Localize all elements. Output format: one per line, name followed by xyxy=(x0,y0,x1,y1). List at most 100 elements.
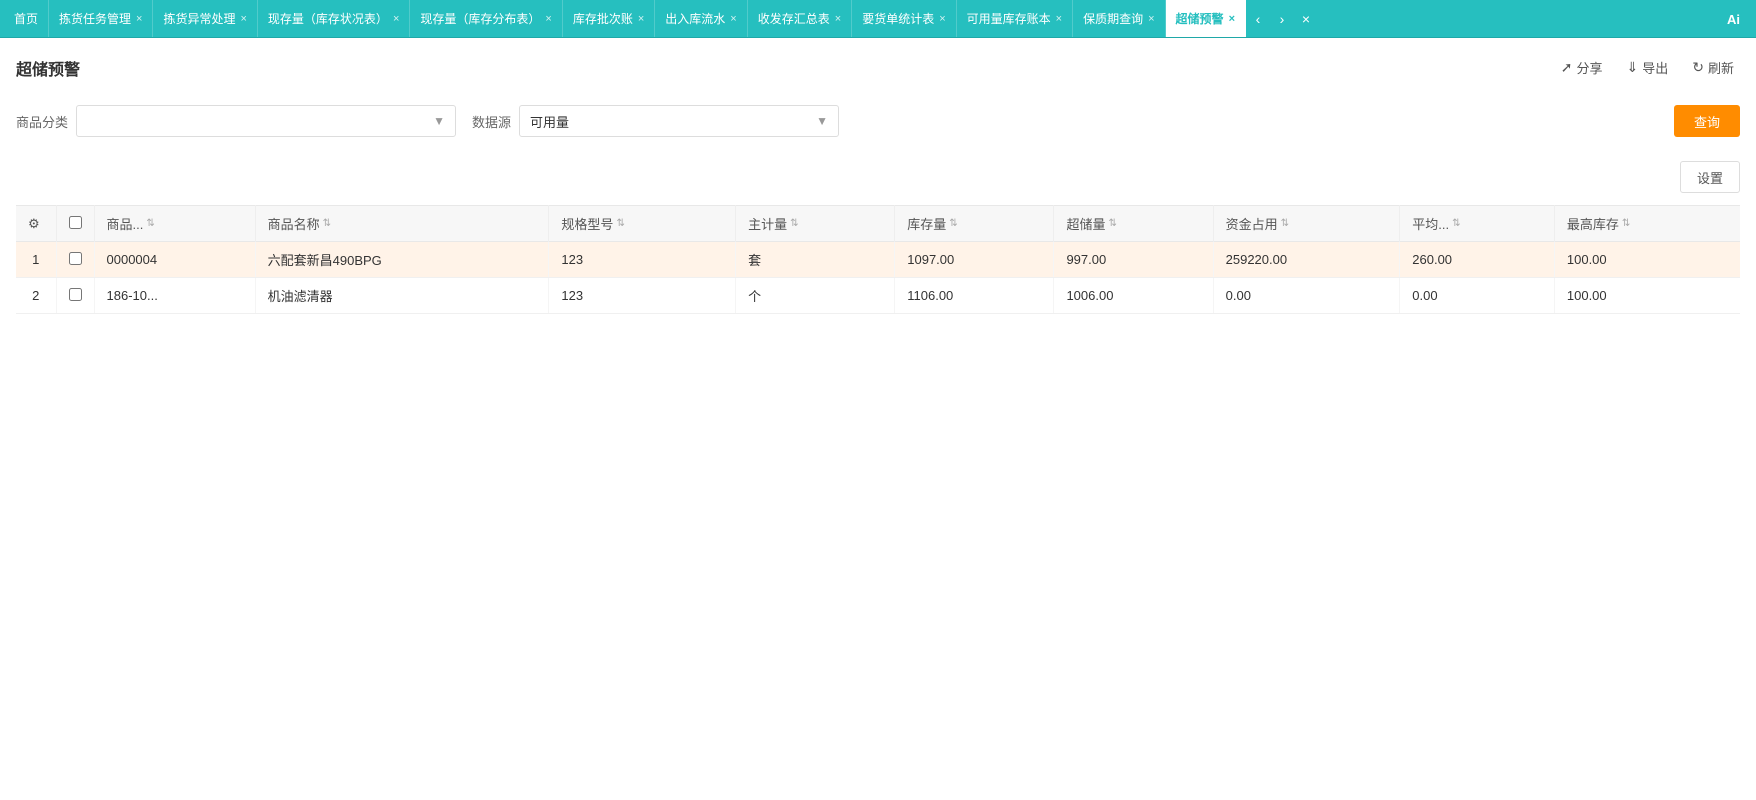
nav-tab-receipt-summary[interactable]: 收发存汇总表 × xyxy=(748,0,852,38)
sort-icon: ⇅ xyxy=(146,218,154,229)
nav-tab-inout-flow[interactable]: 出入库流水 × xyxy=(655,0,747,38)
export-icon: ⇓ xyxy=(1627,59,1639,76)
unit-cell: 套 xyxy=(736,242,895,278)
nav-tab-picking-abnormal[interactable]: 拣货异常处理 × xyxy=(153,0,257,38)
export-button[interactable]: ⇓ 导出 xyxy=(1621,54,1675,81)
chevron-down-icon: ▼ xyxy=(816,114,828,128)
nav-tab-current-stock-dist[interactable]: 现存量（库存分布表） × xyxy=(410,0,562,38)
chevron-down-icon: ▼ xyxy=(433,114,445,128)
sort-icon: ⇅ xyxy=(790,218,798,229)
share-button[interactable]: ➚ 分享 xyxy=(1555,54,1609,81)
query-button[interactable]: 查询 xyxy=(1674,105,1740,137)
page-header: 超储预警 ➚ 分享 ⇓ 导出 ↻ 刷新 xyxy=(16,54,1740,81)
sort-icon: ⇅ xyxy=(1281,218,1289,229)
nav-tab-available-ledger[interactable]: 可用量库存账本 × xyxy=(957,0,1073,38)
product-code-cell: 0000004 xyxy=(94,242,255,278)
nav-arrow-right[interactable]: › xyxy=(1270,0,1294,38)
nav-tab-current-stock-status[interactable]: 现存量（库存状况表） × xyxy=(258,0,410,38)
nav-tab-label: 保质期查询 xyxy=(1083,10,1143,27)
nav-tab-close[interactable]: × xyxy=(730,13,736,25)
stock-cell: 1106.00 xyxy=(895,278,1054,314)
spec-cell: 123 xyxy=(549,278,736,314)
filter-area: 商品分类 ▼ 数据源 可用量 ▼ 查询 xyxy=(16,97,1740,145)
avg-header[interactable]: 平均... ⇅ xyxy=(1400,206,1555,242)
nav-tab-overstock-warning[interactable]: 超储预警 × xyxy=(1166,0,1246,38)
share-label: 分享 xyxy=(1576,58,1602,77)
data-source-select[interactable]: 可用量 ▼ xyxy=(519,105,839,137)
table-header: ⚙ 商品... ⇅ 商品名称 ⇅ xyxy=(16,206,1740,242)
row-checkbox[interactable] xyxy=(69,252,82,265)
overstock-header[interactable]: 超储量 ⇅ xyxy=(1054,206,1213,242)
select-all-checkbox[interactable] xyxy=(69,216,82,229)
nav-tab-label: 拣货任务管理 xyxy=(59,10,131,27)
page-title: 超储预警 xyxy=(16,56,80,80)
product-name-cell: 机油滤清器 xyxy=(255,278,549,314)
nav-tab-close[interactable]: × xyxy=(939,13,945,25)
nav-tab-home[interactable]: 首页 xyxy=(4,0,49,38)
data-source-filter: 数据源 可用量 ▼ xyxy=(472,105,839,137)
nav-tab-inventory-batch[interactable]: 库存批次账 × xyxy=(563,0,655,38)
capital-cell: 259220.00 xyxy=(1213,242,1400,278)
nav-tab-close[interactable]: × xyxy=(393,13,399,25)
product-code-header[interactable]: 商品... ⇅ xyxy=(94,206,255,242)
nav-tab-label: 超储预警 xyxy=(1176,10,1224,27)
nav-tab-home-label: 首页 xyxy=(14,10,38,27)
header-actions: ➚ 分享 ⇓ 导出 ↻ 刷新 xyxy=(1555,54,1740,81)
nav-tab-label: 收发存汇总表 xyxy=(758,10,830,27)
capital-header[interactable]: 资金占用 ⇅ xyxy=(1213,206,1400,242)
sort-icon: ⇅ xyxy=(1108,218,1116,229)
table-row: 2 186-10... 机油滤清器 123 个 1106.00 1006.00 … xyxy=(16,278,1740,314)
nav-tab-requisition-stats[interactable]: 要货单统计表 × xyxy=(852,0,956,38)
stock-cell: 1097.00 xyxy=(895,242,1054,278)
row-number: 1 xyxy=(16,242,56,278)
product-category-select[interactable]: ▼ xyxy=(76,105,456,137)
row-checkbox-cell xyxy=(56,278,94,314)
max-stock-header[interactable]: 最高库存 ⇅ xyxy=(1554,206,1740,242)
nav-tab-close[interactable]: × xyxy=(1229,13,1235,25)
stock-header[interactable]: 库存量 ⇅ xyxy=(895,206,1054,242)
nav-tab-label: 出入库流水 xyxy=(665,10,725,27)
nav-tab-close[interactable]: × xyxy=(638,13,644,25)
refresh-button[interactable]: ↻ 刷新 xyxy=(1686,54,1740,81)
nav-arrow-left[interactable]: ‹ xyxy=(1246,0,1270,38)
product-category-label: 商品分类 xyxy=(16,112,68,131)
nav-arrow-more[interactable]: × xyxy=(1294,0,1318,38)
data-source-value: 可用量 xyxy=(530,112,569,131)
top-right-area: Ai xyxy=(1719,0,1756,38)
nav-tab-picking-task[interactable]: 拣货任务管理 × xyxy=(49,0,153,38)
overstock-cell: 1006.00 xyxy=(1054,278,1213,314)
export-label: 导出 xyxy=(1642,58,1668,77)
top-navigation: 首页 拣货任务管理 × 拣货异常处理 × 现存量（库存状况表） × 现存量（库存… xyxy=(0,0,1756,38)
share-icon: ➚ xyxy=(1561,59,1573,76)
data-source-label: 数据源 xyxy=(472,112,511,131)
nav-tab-label: 现存量（库存分布表） xyxy=(420,10,540,27)
sort-icon: ⇅ xyxy=(1452,218,1460,229)
nav-tab-close[interactable]: × xyxy=(835,13,841,25)
nav-tab-close[interactable]: × xyxy=(1056,13,1062,25)
checkbox-column-header xyxy=(56,206,94,242)
main-content: 超储预警 ➚ 分享 ⇓ 导出 ↻ 刷新 商品分类 ▼ 数据源 xyxy=(0,38,1756,800)
max-stock-cell: 100.00 xyxy=(1554,242,1740,278)
unit-header[interactable]: 主计量 ⇅ xyxy=(736,206,895,242)
spec-header[interactable]: 规格型号 ⇅ xyxy=(549,206,736,242)
nav-tab-expiry-query[interactable]: 保质期查询 × xyxy=(1073,0,1165,38)
ai-badge[interactable]: Ai xyxy=(1719,10,1748,29)
row-checkbox[interactable] xyxy=(69,288,82,301)
settings-button[interactable]: 设置 xyxy=(1680,161,1740,193)
nav-tab-close[interactable]: × xyxy=(136,13,142,25)
table-body: 1 0000004 六配套新昌490BPG 123 套 1097.00 997.… xyxy=(16,242,1740,314)
product-name-header[interactable]: 商品名称 ⇅ xyxy=(255,206,549,242)
nav-tab-close[interactable]: × xyxy=(240,13,246,25)
nav-tab-label: 可用量库存账本 xyxy=(967,10,1051,27)
spec-cell: 123 xyxy=(549,242,736,278)
capital-cell: 0.00 xyxy=(1213,278,1400,314)
avg-cell: 260.00 xyxy=(1400,242,1555,278)
nav-tab-close[interactable]: × xyxy=(1148,13,1154,25)
nav-tab-label: 库存批次账 xyxy=(573,10,633,27)
avg-cell: 0.00 xyxy=(1400,278,1555,314)
sort-icon: ⇅ xyxy=(1622,218,1630,229)
nav-tab-close[interactable]: × xyxy=(545,13,551,25)
refresh-icon: ↻ xyxy=(1692,59,1704,76)
product-name-cell: 六配套新昌490BPG xyxy=(255,242,549,278)
gear-icon[interactable]: ⚙ xyxy=(28,216,40,231)
